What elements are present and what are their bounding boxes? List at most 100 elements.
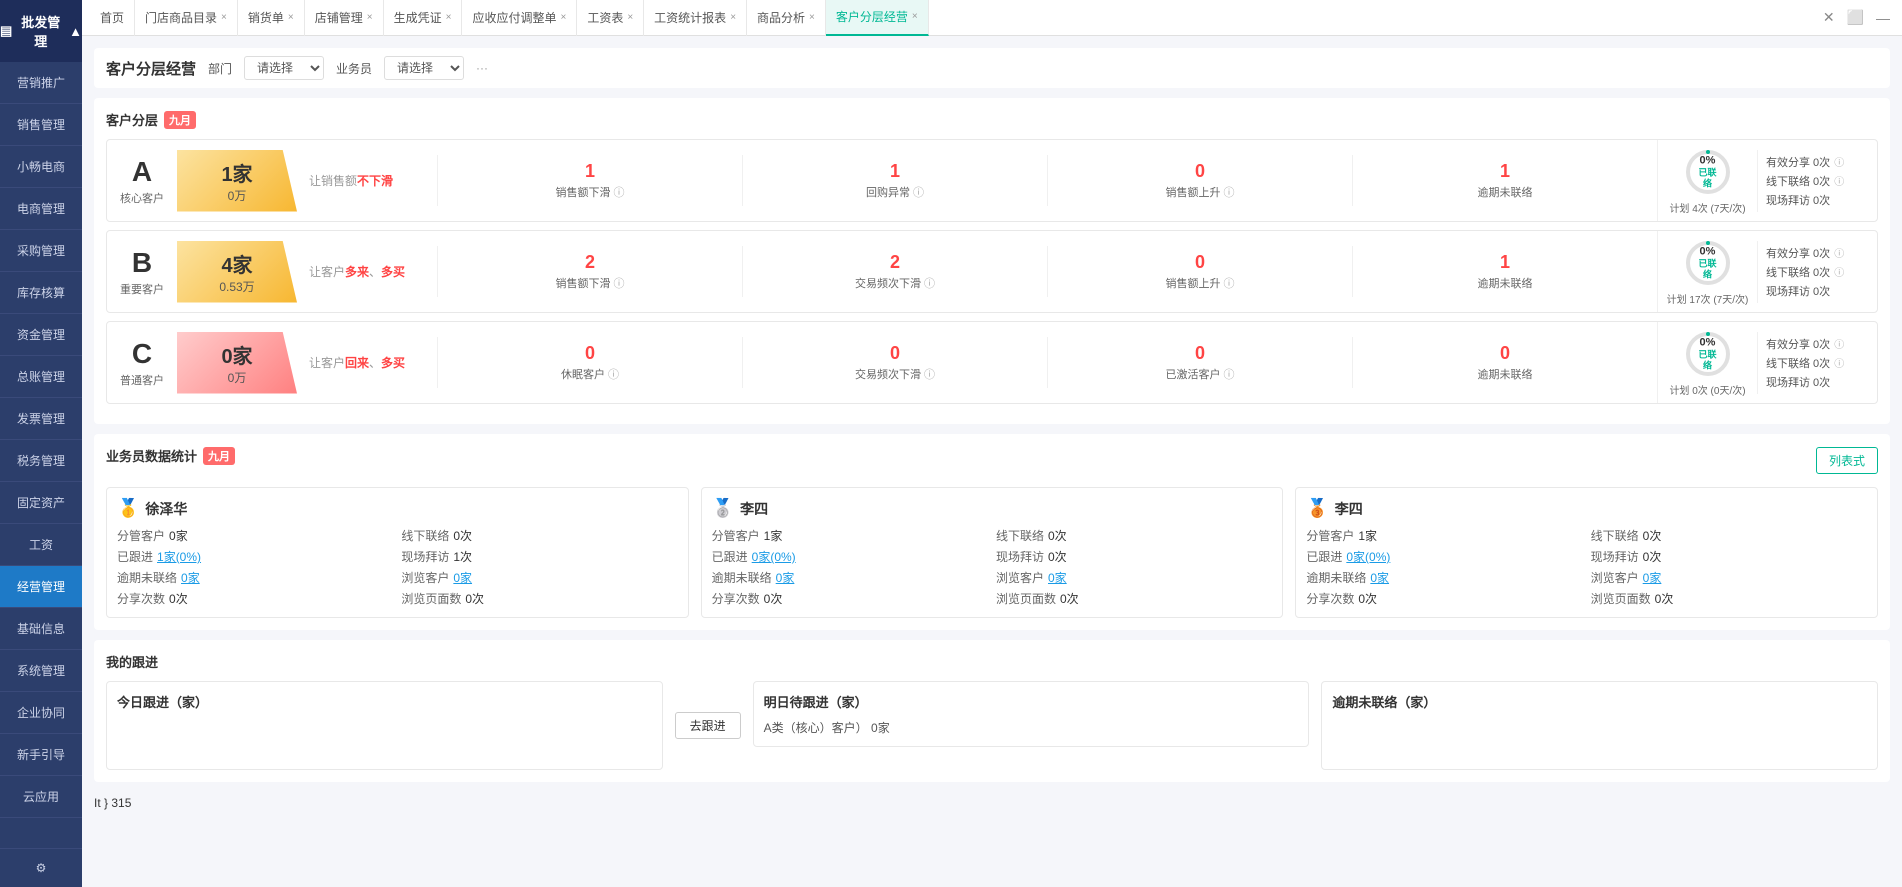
close-icon[interactable]: × xyxy=(446,12,452,23)
sidebar-item-purchase[interactable]: 采购管理 xyxy=(0,230,82,272)
sidebar: ▤ 批发管理 ▲ 营销推广 销售管理 小畅电商 电商管理 采购管理 库存核算 资… xyxy=(0,0,82,887)
circle-sub-a: 已联络 xyxy=(1695,168,1721,190)
staff-stat-link[interactable]: 0家 xyxy=(776,569,795,586)
close-icon[interactable]: × xyxy=(288,12,294,23)
stat-c-3[interactable]: 0 已激活客户 ⓘ xyxy=(1047,337,1352,388)
tab-bar: 首页 门店商品目录 × 销货单 × 店铺管理 × 生成凭证 × 应收应付调整单 … xyxy=(82,0,1902,36)
tab-close-all-button[interactable]: ✕ xyxy=(1819,7,1839,28)
staff-stat-val: 0次 xyxy=(1655,590,1674,607)
staff-select[interactable]: 请选择 xyxy=(384,56,464,80)
staff-stat-link[interactable]: 0家 xyxy=(1643,569,1662,586)
sidebar-item-ledger[interactable]: 总账管理 xyxy=(0,356,82,398)
staff-stat-link[interactable]: 0家 xyxy=(453,569,472,586)
stat-num-c-4: 0 xyxy=(1357,343,1653,364)
sidebar-item-hr[interactable]: 工资 xyxy=(0,524,82,566)
sidebar-item-fixed-assets[interactable]: 固定资产 xyxy=(0,482,82,524)
staff-stat-link[interactable]: 1家(0%) xyxy=(157,548,201,565)
sidebar-item-sales[interactable]: 销售管理 xyxy=(0,104,82,146)
tab-minimize-button[interactable]: — xyxy=(1872,7,1894,28)
sidebar-item-inventory[interactable]: 库存核算 xyxy=(0,272,82,314)
staff-stat-key: 逾期未联络 xyxy=(1306,569,1366,586)
info-icon: ⓘ xyxy=(614,278,625,290)
sidebar-item-operations[interactable]: 经营管理 xyxy=(0,566,82,608)
staff-stat-link[interactable]: 0家 xyxy=(1048,569,1067,586)
sidebar-top-item[interactable]: ▤ 批发管理 ▲ xyxy=(0,0,82,62)
stat-label-a-2: 回购异常 ⓘ xyxy=(747,184,1043,200)
sidebar-settings-button[interactable]: ⚙ xyxy=(0,848,82,887)
staff-header-1: 🥈 李四 xyxy=(712,498,1273,519)
staff-section-title: 业务员数据统计 九月 xyxy=(106,446,235,465)
staff-stat-val: 0次 xyxy=(1048,548,1067,565)
staff-stat-link[interactable]: 0家 xyxy=(1370,569,1389,586)
close-icon[interactable]: × xyxy=(627,12,633,23)
tab-voucher[interactable]: 生成凭证 × xyxy=(384,0,463,36)
stat-a-4[interactable]: 1 逾期未联络 xyxy=(1352,155,1657,206)
stat-b-2[interactable]: 2 交易频次下滑 ⓘ xyxy=(742,246,1047,297)
stat-a-2[interactable]: 1 回购异常 ⓘ xyxy=(742,155,1047,206)
tier-letter-c: C xyxy=(132,338,152,370)
right-stats-a: 有效分享 0次 ⓘ 线下联络 0次 ⓘ 现场拜访 0次 xyxy=(1757,150,1877,212)
stat-num-a-2: 1 xyxy=(747,161,1043,182)
stat-c-2[interactable]: 0 交易频次下滑 ⓘ xyxy=(742,337,1047,388)
tab-product-analysis[interactable]: 商品分析 × xyxy=(747,0,826,36)
tier-count-c: 0家 0万 xyxy=(177,332,297,394)
tab-receivable[interactable]: 应收应付调整单 × xyxy=(462,0,577,36)
right-stat-a-2: 线下联络 0次 ⓘ xyxy=(1766,173,1869,189)
staff-stat-link[interactable]: 0家 xyxy=(181,569,200,586)
staff-stat-link[interactable]: 0家(0%) xyxy=(752,548,796,565)
tab-salary[interactable]: 工资表 × xyxy=(577,0,644,36)
staff-header-0: 🥇 徐泽华 xyxy=(117,498,678,519)
followup-section: 我的跟进 今日跟进（家） 去跟进 明日待跟进（家） A类（核心）客户） 0家 逾… xyxy=(94,640,1890,782)
sidebar-item-newbie[interactable]: 新手引导 xyxy=(0,734,82,776)
staff-stat-key: 浏览页面数 xyxy=(1591,590,1651,607)
tab-sales-order[interactable]: 销货单 × xyxy=(238,0,305,36)
stat-b-1[interactable]: 2 销售额下滑 ⓘ xyxy=(437,246,742,297)
stat-a-1[interactable]: 1 销售额下滑 ⓘ xyxy=(437,155,742,206)
tier-count-a: 1家 0万 xyxy=(177,150,297,212)
tab-restore-button[interactable]: ⬜ xyxy=(1843,7,1868,28)
close-icon[interactable]: × xyxy=(809,12,815,23)
sidebar-item-basic-info[interactable]: 基础信息 xyxy=(0,608,82,650)
stat-a-3[interactable]: 0 销售额上升 ⓘ xyxy=(1047,155,1352,206)
tab-store-products[interactable]: 门店商品目录 × xyxy=(135,0,238,36)
sidebar-item-marketing[interactable]: 营销推广 xyxy=(0,62,82,104)
staff-stat-key: 已跟进 xyxy=(712,548,748,565)
sidebar-item-tax[interactable]: 税务管理 xyxy=(0,440,82,482)
close-icon[interactable]: × xyxy=(560,12,566,23)
stat-c-1[interactable]: 0 休眠客户 ⓘ xyxy=(437,337,742,388)
list-view-button[interactable]: 列表式 xyxy=(1816,447,1878,474)
sidebar-item-cloud[interactable]: 云应用 xyxy=(0,776,82,818)
close-icon[interactable]: × xyxy=(730,12,736,23)
sidebar-item-finance[interactable]: 资金管理 xyxy=(0,314,82,356)
stat-c-4[interactable]: 0 逾期未联络 xyxy=(1352,337,1657,388)
sidebar-item-system[interactable]: 系统管理 xyxy=(0,650,82,692)
tab-home[interactable]: 首页 xyxy=(90,0,135,36)
info-icon: ⓘ xyxy=(1834,154,1844,169)
sidebar-item-ecommerce[interactable]: 电商管理 xyxy=(0,188,82,230)
staff-section-header: 业务员数据统计 九月 列表式 xyxy=(106,446,1878,475)
sidebar-item-ecommerce-small[interactable]: 小畅电商 xyxy=(0,146,82,188)
staff-stat-row-1-0: 分管客户 1家 xyxy=(712,527,988,544)
tab-store-mgmt[interactable]: 店铺管理 × xyxy=(305,0,384,36)
sidebar-top-chevron: ▲ xyxy=(69,24,82,39)
staff-title-text: 业务员数据统计 xyxy=(106,446,197,465)
stat-label-c-2: 交易频次下滑 ⓘ xyxy=(747,366,1043,382)
close-icon[interactable]: × xyxy=(912,11,918,22)
staff-stat-link[interactable]: 0家(0%) xyxy=(1346,548,1390,565)
filter-more-icon[interactable]: ··· xyxy=(476,61,488,75)
close-icon[interactable]: × xyxy=(221,12,227,23)
stat-b-4[interactable]: 1 逾期未联络 xyxy=(1352,246,1657,297)
sidebar-item-enterprise[interactable]: 企业协同 xyxy=(0,692,82,734)
staff-stat-key: 线下联络 xyxy=(401,527,449,544)
sidebar-item-invoice[interactable]: 发票管理 xyxy=(0,398,82,440)
staff-stat-val: 1家 xyxy=(764,527,783,544)
tab-customer-tier[interactable]: 客户分层经营 × xyxy=(826,0,929,36)
tab-salary-report[interactable]: 工资统计报表 × xyxy=(644,0,747,36)
stat-label-b-1: 销售额下滑 ⓘ xyxy=(442,275,738,291)
stat-b-3[interactable]: 0 销售额上升 ⓘ xyxy=(1047,246,1352,297)
dept-select[interactable]: 请选择 xyxy=(244,56,324,80)
tier-count-num-b: 4家 xyxy=(221,249,252,278)
goto-followup-button[interactable]: 去跟进 xyxy=(675,712,741,739)
close-icon[interactable]: × xyxy=(367,12,373,23)
staff-stats-2: 分管客户 1家 线下联络 0次 已跟进 0家(0%) 现场拜访 xyxy=(1306,527,1867,607)
